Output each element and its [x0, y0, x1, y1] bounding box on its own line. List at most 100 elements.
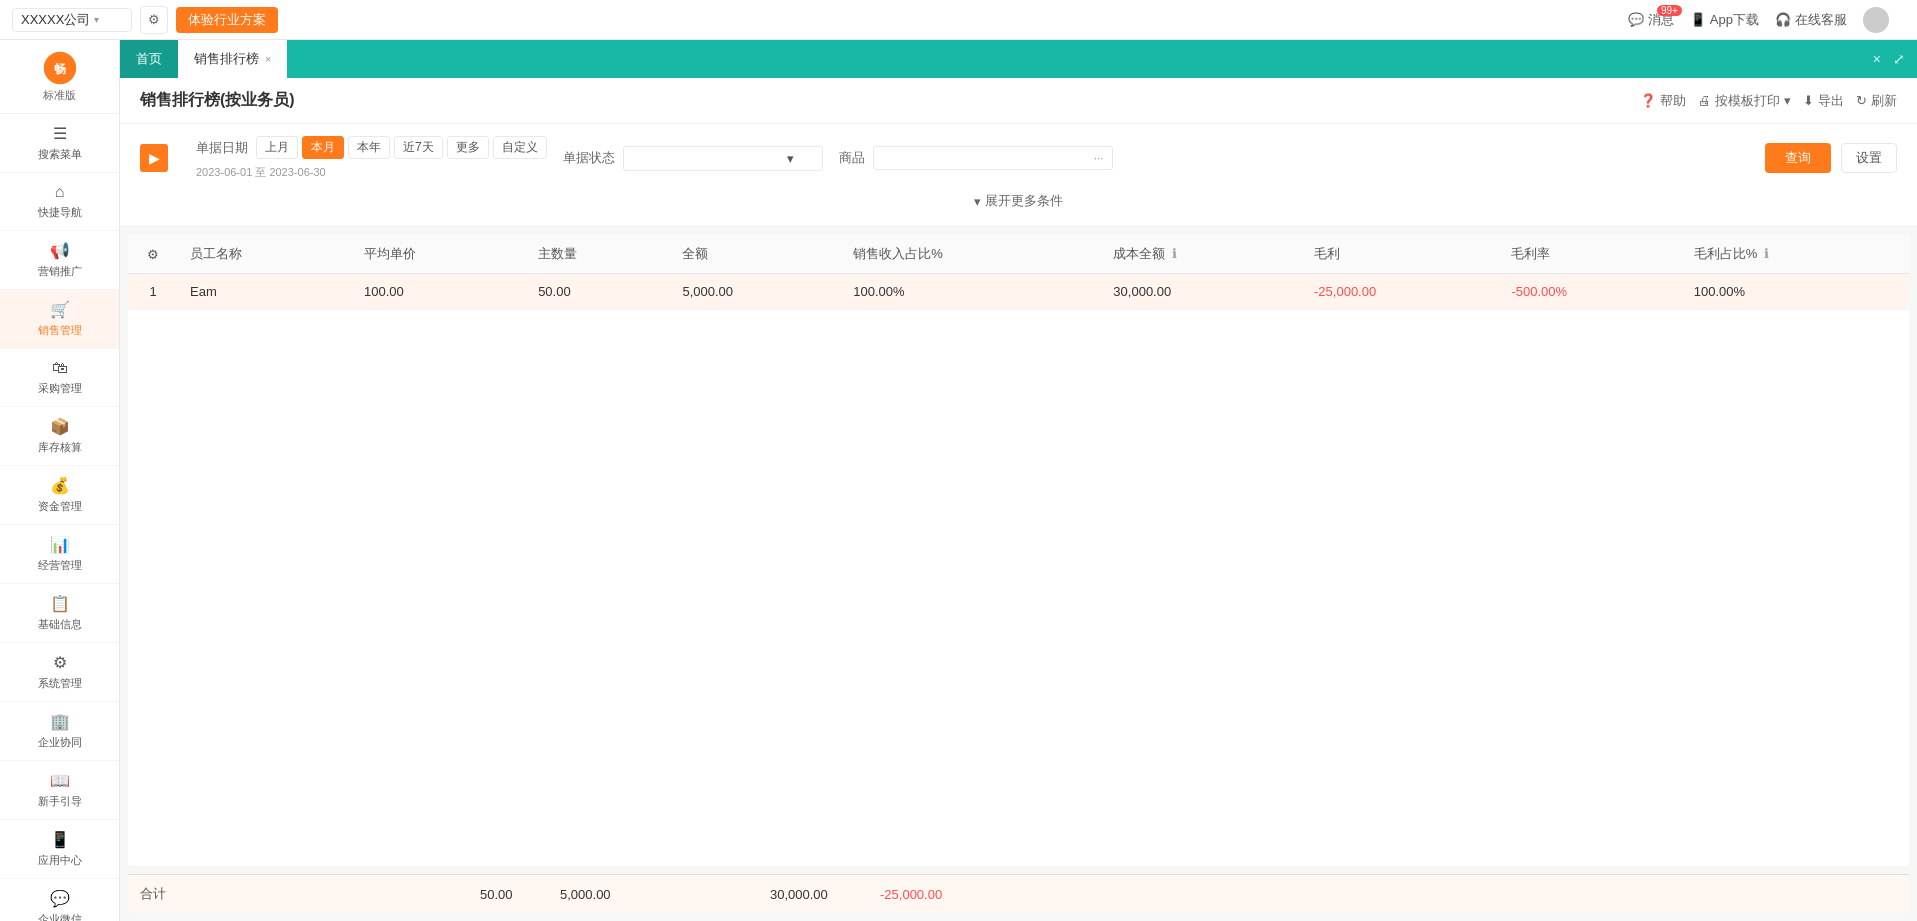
page-content: 销售排行榜(按业务员) ❓ 帮助 🖨 按模板打印 ▾ ⬇ 导出 — [120, 78, 1917, 921]
tab-home[interactable]: 首页 — [120, 40, 178, 78]
status-select[interactable]: ▾ — [623, 146, 823, 171]
sidebar-item-label: 采购管理 — [38, 381, 82, 396]
table-body: 1 Eam 100.00 50.00 5,000.00 100.00% 30,0… — [128, 274, 1909, 310]
query-button[interactable]: 查询 — [1765, 143, 1831, 173]
online-service-item[interactable]: 🎧 在线客服 — [1775, 11, 1847, 29]
sidebar-item-shortcuts[interactable]: ⌂ 快捷导航 — [0, 173, 119, 231]
avatar[interactable] — [1863, 7, 1889, 33]
tab-bar-actions: × ⤢ — [1873, 51, 1917, 67]
date-btn-7days[interactable]: 近7天 — [394, 136, 443, 159]
date-btn-this-year[interactable]: 本年 — [348, 136, 390, 159]
sidebar-item-basic[interactable]: 📋 基础信息 — [0, 584, 119, 643]
sidebar: 畅 标准版 ☰ 搜索菜单 ⌂ 快捷导航 📢 营销推广 🛒 销售管理 🛍 采购管理… — [0, 40, 120, 921]
app-download-item[interactable]: 📱 App下载 — [1690, 11, 1759, 29]
close-window-icon[interactable]: × — [1873, 51, 1881, 67]
date-btn-this-month[interactable]: 本月 — [302, 136, 344, 159]
sidebar-item-apps[interactable]: 📱 应用中心 — [0, 820, 119, 879]
cell-gross-rate: -500.00% — [1499, 274, 1681, 310]
sidebar-item-sales[interactable]: 🛒 销售管理 — [0, 290, 119, 349]
filter-area: ▶ 单据日期 上月 本月 本年 近7天 更多 — [120, 124, 1917, 227]
date-btn-more[interactable]: 更多 — [447, 136, 489, 159]
col-avg-price: 平均单价 — [352, 235, 526, 274]
settings-icon-btn[interactable]: ⚙ — [140, 6, 168, 34]
filter-settings-button[interactable]: 设置 — [1841, 143, 1897, 173]
cell-cost: 30,000.00 — [1101, 274, 1302, 310]
cost-info-icon[interactable]: ℹ — [1172, 246, 1177, 261]
company-selector[interactable]: XXXXX公司 ▾ — [12, 8, 132, 32]
date-btn-custom[interactable]: 自定义 — [493, 136, 547, 159]
restore-window-icon[interactable]: ⤢ — [1893, 51, 1905, 67]
col-gross-rate: 毛利率 — [1499, 235, 1681, 274]
sidebar-item-label: 资金管理 — [38, 499, 82, 514]
sidebar-item-enterprise[interactable]: 🏢 企业协同 — [0, 702, 119, 761]
sidebar-item-guide[interactable]: 📖 新手引导 — [0, 761, 119, 820]
top-bar-right: 💬 消息 99+ 📱 App下载 🎧 在线客服 — [1628, 7, 1905, 33]
tab-bar: 首页 销售排行榜 × × ⤢ — [120, 40, 1917, 78]
sidebar-item-inventory[interactable]: 📦 库存核算 — [0, 407, 119, 466]
sidebar-item-label: 企业协同 — [38, 735, 82, 750]
gear-icon: ⚙ — [148, 12, 160, 27]
col-gross: 毛利 — [1302, 235, 1499, 274]
filter-expand-arrow[interactable]: ▶ — [140, 144, 168, 172]
settings-col-icon[interactable]: ⚙ — [147, 247, 159, 262]
gross-pct-info-icon[interactable]: ℹ — [1764, 246, 1769, 261]
query-actions: 查询 设置 — [1765, 143, 1897, 173]
table-header: ⚙ 员工名称 平均单价 主数量 全额 销售收入占比% 成本全额 ℹ 毛利 — [128, 235, 1909, 274]
basic-icon: 📋 — [50, 594, 70, 613]
top-bar: XXXXX公司 ▾ ⚙ 体验行业方案 💬 消息 99+ 📱 App下载 🎧 在线… — [0, 0, 1917, 40]
refresh-button[interactable]: ↻ 刷新 — [1856, 92, 1897, 110]
operations-icon: 📊 — [50, 535, 70, 554]
print-dropdown-icon: ▾ — [1784, 93, 1791, 108]
col-name: 员工名称 — [178, 235, 352, 274]
svg-text:畅: 畅 — [54, 62, 66, 75]
cell-gross-pct: 100.00% — [1682, 274, 1909, 310]
expand-more-btn[interactable]: ▾ 展开更多条件 — [140, 188, 1897, 214]
expand-more-label: 展开更多条件 — [985, 192, 1063, 210]
cell-rank: 1 — [128, 274, 178, 310]
footer-main-qty: 50.00 — [480, 887, 560, 902]
date-btn-last-month[interactable]: 上月 — [256, 136, 298, 159]
message-item[interactable]: 💬 消息 99+ — [1628, 11, 1674, 29]
date-range-display: 2023-06-01 至 2023-06-30 — [196, 165, 547, 180]
tab-close-icon[interactable]: × — [265, 53, 271, 65]
help-label: 帮助 — [1660, 92, 1686, 110]
sidebar-item-search[interactable]: ☰ 搜索菜单 — [0, 114, 119, 173]
footer-cost: 30,000.00 — [770, 887, 880, 902]
goods-filter-group: 商品 ··· — [839, 146, 1113, 170]
col-gross-pct: 毛利占比% ℹ — [1682, 235, 1909, 274]
company-name: XXXXX公司 — [21, 11, 90, 29]
purchase-icon: 🛍 — [52, 359, 68, 377]
sidebar-item-label: 营销推广 — [38, 264, 82, 279]
finance-icon: 💰 — [50, 476, 70, 495]
sidebar-item-label: 应用中心 — [38, 853, 82, 868]
export-label: 导出 — [1818, 92, 1844, 110]
sidebar-item-label: 销售管理 — [38, 323, 82, 338]
guide-icon: 📖 — [50, 771, 70, 790]
app-download-label: App下载 — [1710, 11, 1759, 29]
data-table: ⚙ 员工名称 平均单价 主数量 全额 销售收入占比% 成本全额 ℹ 毛利 — [128, 235, 1909, 310]
inventory-icon: 📦 — [50, 417, 70, 436]
chevron-down-icon: ▾ — [94, 14, 99, 25]
enterprise-icon: 🏢 — [50, 712, 70, 731]
sidebar-item-system[interactable]: ⚙ 系统管理 — [0, 643, 119, 702]
sidebar-item-marketing[interactable]: 📢 营销推广 — [0, 231, 119, 290]
col-amount: 全额 — [670, 235, 841, 274]
wechat-icon: 💬 — [50, 889, 70, 908]
sidebar-item-finance[interactable]: 💰 资金管理 — [0, 466, 119, 525]
help-button[interactable]: ❓ 帮助 — [1640, 92, 1686, 110]
sidebar-item-label: 企业微信 — [38, 912, 82, 921]
refresh-label: 刷新 — [1871, 92, 1897, 110]
sidebar-item-wechat[interactable]: 💬 企业微信 — [0, 879, 119, 921]
date-filter-label: 单据日期 — [196, 139, 248, 157]
sidebar-item-purchase[interactable]: 🛍 采购管理 — [0, 349, 119, 407]
sidebar-item-operations[interactable]: 📊 经营管理 — [0, 525, 119, 584]
message-badge: 99+ — [1657, 5, 1682, 16]
col-sales-pct: 销售收入占比% — [841, 235, 1101, 274]
print-button[interactable]: 🖨 按模板打印 ▾ — [1698, 92, 1791, 110]
trial-button[interactable]: 体验行业方案 — [176, 7, 278, 33]
goods-input[interactable]: ··· — [873, 146, 1113, 170]
export-button[interactable]: ⬇ 导出 — [1803, 92, 1844, 110]
goods-more-icon[interactable]: ··· — [1094, 151, 1104, 165]
tab-sales-ranking[interactable]: 销售排行榜 × — [178, 40, 287, 78]
table-row: 1 Eam 100.00 50.00 5,000.00 100.00% 30,0… — [128, 274, 1909, 310]
